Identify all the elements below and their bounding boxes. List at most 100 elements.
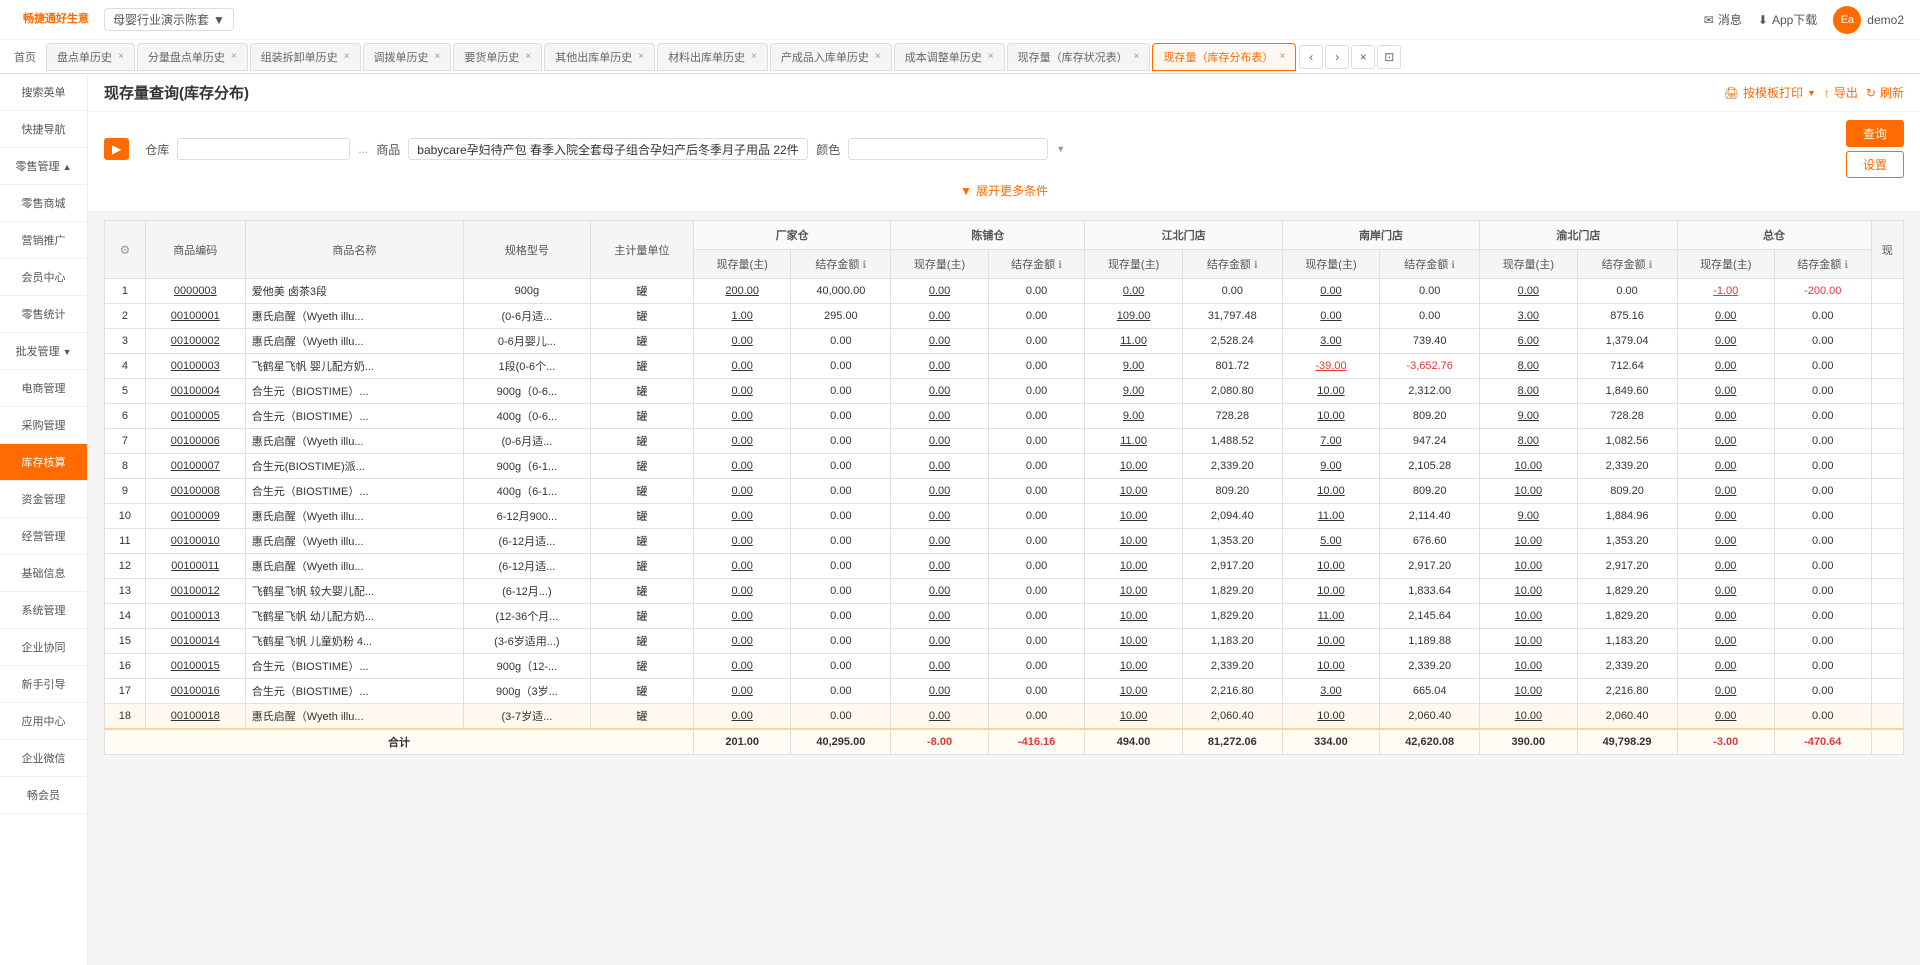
table-cell[interactable]: 8.00: [1480, 354, 1577, 379]
close-icon[interactable]: ×: [875, 51, 881, 62]
sidebar-item-guide[interactable]: 新手引导: [0, 666, 87, 703]
table-cell[interactable]: 9.00: [1085, 404, 1182, 429]
table-cell[interactable]: 0.00: [891, 354, 988, 379]
table-cell[interactable]: 0.00: [1480, 279, 1577, 304]
table-cell[interactable]: 0.00: [1677, 604, 1774, 629]
tab-requisition[interactable]: 要货单历史 ×: [453, 43, 542, 71]
table-cell[interactable]: 00100006: [145, 429, 245, 454]
table-cell[interactable]: 11.00: [1085, 329, 1182, 354]
table-cell[interactable]: 0.00: [693, 479, 790, 504]
expand-conditions-btn[interactable]: ▼ 展开更多条件: [960, 182, 1048, 199]
table-cell[interactable]: 0.00: [1282, 304, 1379, 329]
table-cell[interactable]: 0.00: [693, 654, 790, 679]
color-input[interactable]: [848, 138, 1048, 160]
table-cell[interactable]: 0.00: [891, 379, 988, 404]
table-cell[interactable]: 10.00: [1282, 629, 1379, 654]
collapse-btn[interactable]: ▶: [104, 138, 129, 160]
table-cell[interactable]: 0.00: [1677, 704, 1774, 730]
sidebar-item-member[interactable]: 会员中心: [0, 259, 87, 296]
close-icon[interactable]: ×: [344, 51, 350, 62]
sidebar-item-retail-mgmt[interactable]: 零售管理 ▲: [0, 148, 87, 185]
table-cell[interactable]: 10.00: [1480, 529, 1577, 554]
table-cell[interactable]: 10.00: [1282, 654, 1379, 679]
table-cell[interactable]: 0.00: [1677, 504, 1774, 529]
tab-inventory-single[interactable]: 盘点单历史 ×: [46, 43, 135, 71]
table-cell[interactable]: 0.00: [1677, 654, 1774, 679]
table-cell[interactable]: 0.00: [891, 629, 988, 654]
close-icon[interactable]: ×: [231, 51, 237, 62]
table-cell[interactable]: 0.00: [693, 379, 790, 404]
sidebar-item-nav[interactable]: 快捷导航: [0, 111, 87, 148]
print-btn[interactable]: 🖨 按模板打印 ▼: [1724, 84, 1816, 101]
table-cell[interactable]: 10.00: [1085, 454, 1182, 479]
table-cell[interactable]: 10.00: [1085, 679, 1182, 704]
table-cell[interactable]: 0.00: [891, 604, 988, 629]
sidebar-item-member-plus[interactable]: 畅会员: [0, 777, 87, 814]
table-cell[interactable]: 10.00: [1480, 454, 1577, 479]
table-cell[interactable]: 0.00: [693, 504, 790, 529]
table-cell[interactable]: -1.00: [1677, 279, 1774, 304]
table-cell[interactable]: 0.00: [1677, 479, 1774, 504]
table-cell[interactable]: 10.00: [1085, 579, 1182, 604]
table-cell[interactable]: -39.00: [1282, 354, 1379, 379]
table-cell[interactable]: 00100018: [145, 704, 245, 730]
table-cell[interactable]: 0.00: [891, 704, 988, 730]
table-cell[interactable]: 9.00: [1480, 504, 1577, 529]
table-cell[interactable]: 00100011: [145, 554, 245, 579]
sidebar-item-finance[interactable]: 资金管理: [0, 481, 87, 518]
tab-close-all-btn[interactable]: ×: [1351, 45, 1375, 69]
message-btn[interactable]: ✉ 消息: [1704, 11, 1742, 28]
table-cell[interactable]: 0.00: [891, 679, 988, 704]
table-cell[interactable]: 0.00: [693, 679, 790, 704]
table-cell[interactable]: 10.00: [1282, 704, 1379, 730]
user-area[interactable]: Ea demo2: [1833, 6, 1904, 34]
table-cell[interactable]: 200.00: [693, 279, 790, 304]
sidebar-item-wholesale[interactable]: 批发管理 ▼: [0, 333, 87, 370]
table-cell[interactable]: 00100009: [145, 504, 245, 529]
sidebar-item-retail-shop[interactable]: 零售商城: [0, 185, 87, 222]
sidebar-item-app-center[interactable]: 应用中心: [0, 703, 87, 740]
table-cell[interactable]: 6.00: [1480, 329, 1577, 354]
table-cell[interactable]: 0000003: [145, 279, 245, 304]
sidebar-item-retail-stats[interactable]: 零售统计: [0, 296, 87, 333]
table-cell[interactable]: 0.00: [1677, 529, 1774, 554]
table-cell[interactable]: 00100012: [145, 579, 245, 604]
table-cell[interactable]: 00100013: [145, 604, 245, 629]
table-cell[interactable]: 0.00: [1677, 304, 1774, 329]
tab-home[interactable]: 首页: [4, 49, 46, 65]
table-cell[interactable]: 10.00: [1085, 504, 1182, 529]
table-cell[interactable]: 0.00: [891, 504, 988, 529]
table-cell[interactable]: 0.00: [693, 704, 790, 730]
table-cell[interactable]: 0.00: [891, 404, 988, 429]
close-icon[interactable]: ×: [1279, 51, 1285, 62]
table-cell[interactable]: 109.00: [1085, 304, 1182, 329]
table-cell[interactable]: 10.00: [1282, 554, 1379, 579]
table-cell[interactable]: 3.00: [1480, 304, 1577, 329]
table-cell[interactable]: 10.00: [1085, 704, 1182, 730]
tab-next-btn[interactable]: ›: [1325, 45, 1349, 69]
sidebar-item-purchase[interactable]: 采购管理: [0, 407, 87, 444]
table-cell[interactable]: 10.00: [1480, 654, 1577, 679]
close-icon[interactable]: ×: [118, 51, 124, 62]
table-cell[interactable]: 10.00: [1480, 579, 1577, 604]
settings-btn[interactable]: 设置: [1846, 151, 1904, 178]
tab-adjust[interactable]: 调拨单历史 ×: [363, 43, 452, 71]
tab-current-dist[interactable]: 现存量（库存分布表） ×: [1152, 43, 1296, 71]
table-cell[interactable]: 0.00: [693, 529, 790, 554]
table-cell[interactable]: 0.00: [693, 579, 790, 604]
sidebar-item-cooperation[interactable]: 企业协同: [0, 629, 87, 666]
table-cell[interactable]: 0.00: [1677, 329, 1774, 354]
table-cell[interactable]: 00100003: [145, 354, 245, 379]
table-cell[interactable]: 10.00: [1480, 554, 1577, 579]
table-cell[interactable]: 10.00: [1282, 379, 1379, 404]
table-cell[interactable]: 00100010: [145, 529, 245, 554]
sidebar-item-base-info[interactable]: 基础信息: [0, 555, 87, 592]
table-cell[interactable]: 00100004: [145, 379, 245, 404]
table-cell[interactable]: 0.00: [693, 629, 790, 654]
table-cell[interactable]: 0.00: [1677, 629, 1774, 654]
table-cell[interactable]: 00100005: [145, 404, 245, 429]
table-cell[interactable]: 9.00: [1480, 404, 1577, 429]
table-cell[interactable]: 00100016: [145, 679, 245, 704]
tab-expand-btn[interactable]: ⊡: [1377, 45, 1401, 69]
table-cell[interactable]: 10.00: [1282, 404, 1379, 429]
